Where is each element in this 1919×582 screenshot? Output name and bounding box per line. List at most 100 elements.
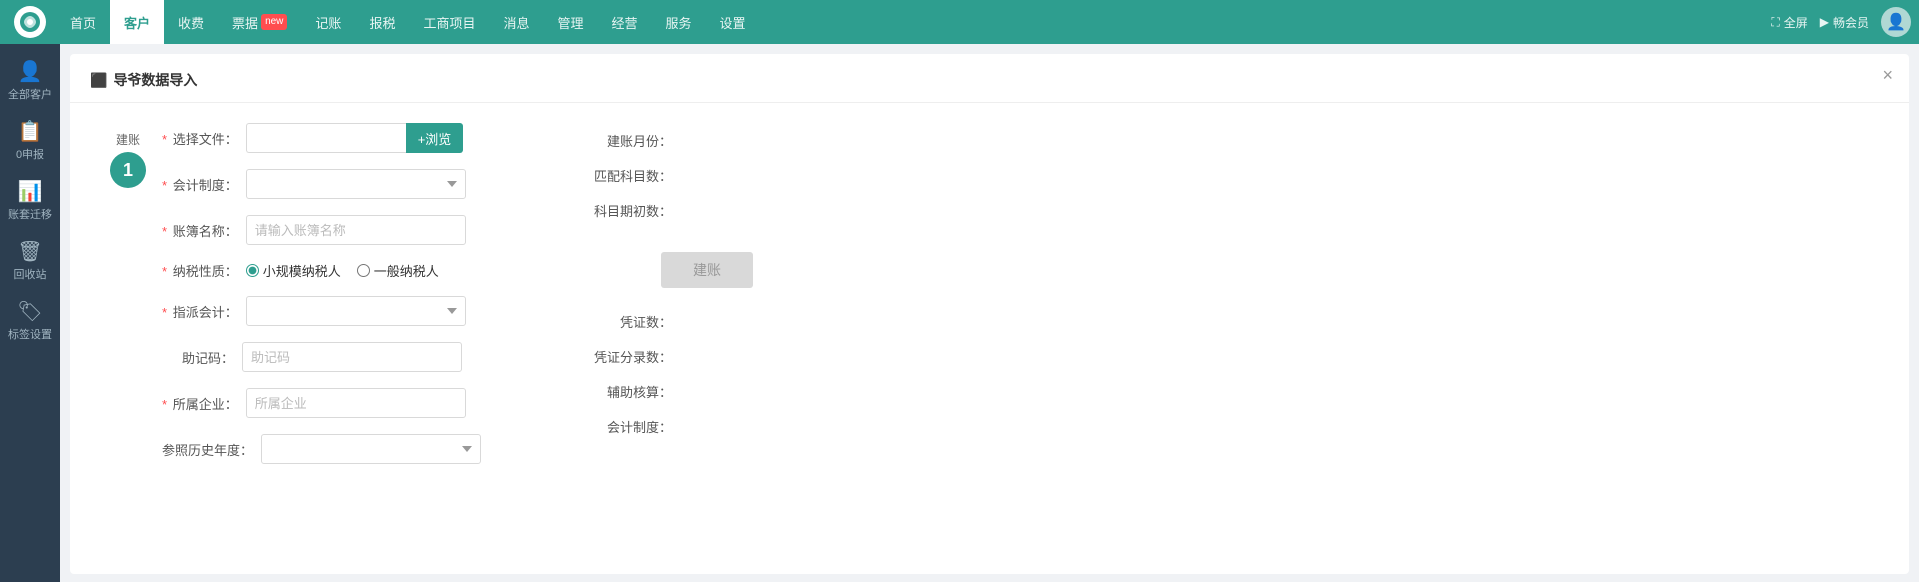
match-subjects-label: 匹配科目数： [582,166,672,185]
info-row-voucher: 凭证数： [582,312,832,331]
step-circle: 1 [110,152,146,188]
radio-small-label: 小规模纳税人 [263,261,341,280]
page-container: ⬛ 导爷数据导入 × 建账 1 * [70,54,1909,574]
form-left: 建账 1 * 选择文件： +浏览 [110,123,542,464]
form-fields: * 选择文件： +浏览 * 会计制度： [162,123,542,464]
sidebar-item-declaration[interactable]: 📋 0申报 [0,112,60,172]
submit-button[interactable]: 建账 [661,252,753,288]
voucher-label: 凭证数： [582,312,672,331]
sidebar-item-account-migration[interactable]: 📊 账套迁移 [0,172,60,232]
file-input-group: +浏览 [246,123,464,153]
sidebar-item-recycle[interactable]: 🗑 回收站 [0,232,60,292]
memo-input[interactable] [242,342,462,372]
all-customers-icon: 👤 [18,62,43,82]
nav-tax[interactable]: 报税 [355,0,409,44]
avatar[interactable]: 👤 [1881,7,1911,37]
sidebar-item-tag-settings[interactable]: 🏷 标签设置 [0,292,60,352]
info-row-subject-initial: 科目期初数： [582,201,832,220]
form-row-tax-type: * 纳税性质： 小规模纳税人 一般纳税人 [162,261,542,280]
info-row-voucher-entries: 凭证分录数： [582,347,832,366]
account-migration-icon: 📊 [18,182,43,202]
company-label: * 所属企业： [162,394,238,413]
sidebar-label-declaration: 0申报 [16,146,44,162]
vip-icon: ▶ [1820,15,1829,29]
form-row-accounting-system: * 会计制度： [162,169,542,199]
tax-type-radio-group: 小规模纳税人 一般纳税人 [246,261,439,280]
sidebar-label-recycle: 回收站 [14,266,47,282]
form-right: 建账月份： 匹配科目数： 科目期初数： 建账 [582,123,832,464]
step-label: 建账 [116,131,140,148]
fullscreen-label: 全屏 [1784,14,1808,31]
build-month-label: 建账月份： [582,131,672,150]
radio-small-input[interactable] [246,264,259,277]
page-title-icon: ⬛ [90,72,107,89]
vip-button[interactable]: ▶ 畅会员 [1820,14,1869,31]
form-row-ledger-name: * 账簿名称： [162,215,542,245]
tax-type-label: * 纳税性质： [162,261,238,280]
nav-billing[interactable]: 收费 [164,0,218,44]
year-select[interactable] [261,434,481,464]
form-row-memo: 助记码： [162,342,542,372]
file-label: * 选择文件： [162,129,238,148]
nav-business[interactable]: 工商项目 [409,0,489,44]
accounting-system-select[interactable] [246,169,466,199]
radio-general-taxpayer[interactable]: 一般纳税人 [357,261,439,280]
top-navigation: 首页 客户 收费 票据 new 记账 报税 工商项目 消息 管理 经营 服务 设… [0,0,1919,44]
radio-general-input[interactable] [357,264,370,277]
file-text-input[interactable] [246,123,406,153]
recycle-icon: 🗑 [17,242,42,262]
nav-badge-new: new [261,14,287,30]
radio-general-label: 一般纳税人 [374,261,439,280]
info-row-auxiliary: 辅助核算： [582,382,832,401]
form-row-company: * 所属企业： [162,388,542,418]
nav-manage[interactable]: 管理 [543,0,597,44]
nav-operation[interactable]: 经营 [598,0,652,44]
tag-settings-icon: 🏷 [17,302,42,322]
form-row-accountant: * 指派会计： [162,296,542,326]
sidebar-item-all-customers[interactable]: 👤 全部客户 [0,52,60,112]
main-layout: 👤 全部客户 📋 0申报 📊 账套迁移 🗑 回收站 🏷 标签设置 ⬛ 导爷数据导… [0,44,1919,582]
sidebar-label-tag-settings: 标签设置 [8,326,52,342]
nav-items: 首页 客户 收费 票据 new 记账 报税 工商项目 消息 管理 经营 服务 设… [56,0,1771,44]
close-button[interactable]: × [1882,66,1893,84]
page-header: ⬛ 导爷数据导入 × [70,54,1909,103]
voucher-entries-label: 凭证分录数： [582,347,672,366]
accountant-select[interactable] [246,296,466,326]
form-row-file: * 选择文件： +浏览 [162,123,542,153]
nav-home[interactable]: 首页 [56,0,110,44]
avatar-icon: 👤 [1886,12,1906,32]
nav-bookkeeping[interactable]: 记账 [301,0,355,44]
page-title: 导爷数据导入 [113,70,197,90]
nav-settings[interactable]: 设置 [706,0,760,44]
sidebar: 👤 全部客户 📋 0申报 📊 账套迁移 🗑 回收站 🏷 标签设置 [0,44,60,582]
form-area: 建账 1 * 选择文件： +浏览 [70,103,1909,484]
memo-label: 助记码： [162,348,234,367]
right-accounting-system-label: 会计制度： [582,417,672,436]
declaration-icon: 📋 [18,122,43,142]
nav-customer[interactable]: 客户 [110,0,164,44]
sidebar-label-all-customers: 全部客户 [8,86,52,102]
radio-small-taxpayer[interactable]: 小规模纳税人 [246,261,341,280]
content-area: ⬛ 导爷数据导入 × 建账 1 * [60,44,1919,582]
info-row-match-subjects: 匹配科目数： [582,166,832,185]
subject-initial-label: 科目期初数： [582,201,672,220]
info-row-right-accounting-system: 会计制度： [582,417,832,436]
company-input[interactable] [246,388,466,418]
app-logo[interactable] [8,0,52,44]
form-row-year: 参照历史年度： [162,434,542,464]
year-label: 参照历史年度： [162,440,253,459]
nav-message[interactable]: 消息 [489,0,543,44]
sidebar-label-account-migration: 账套迁移 [8,206,52,222]
fullscreen-icon: ⛶ [1771,15,1779,30]
auxiliary-label: 辅助核算： [582,382,672,401]
nav-service[interactable]: 服务 [652,0,706,44]
nav-invoice[interactable]: 票据 new [218,0,301,44]
fullscreen-button[interactable]: ⛶ 全屏 [1771,14,1807,31]
step-indicator: 建账 1 [110,123,146,188]
accounting-system-label: * 会计制度： [162,175,238,194]
browse-button[interactable]: +浏览 [406,123,464,153]
accountant-label: * 指派会计： [162,302,238,321]
info-row-build-month: 建账月份： [582,131,832,150]
ledger-name-input[interactable] [246,215,466,245]
vip-label: 畅会员 [1833,14,1869,31]
